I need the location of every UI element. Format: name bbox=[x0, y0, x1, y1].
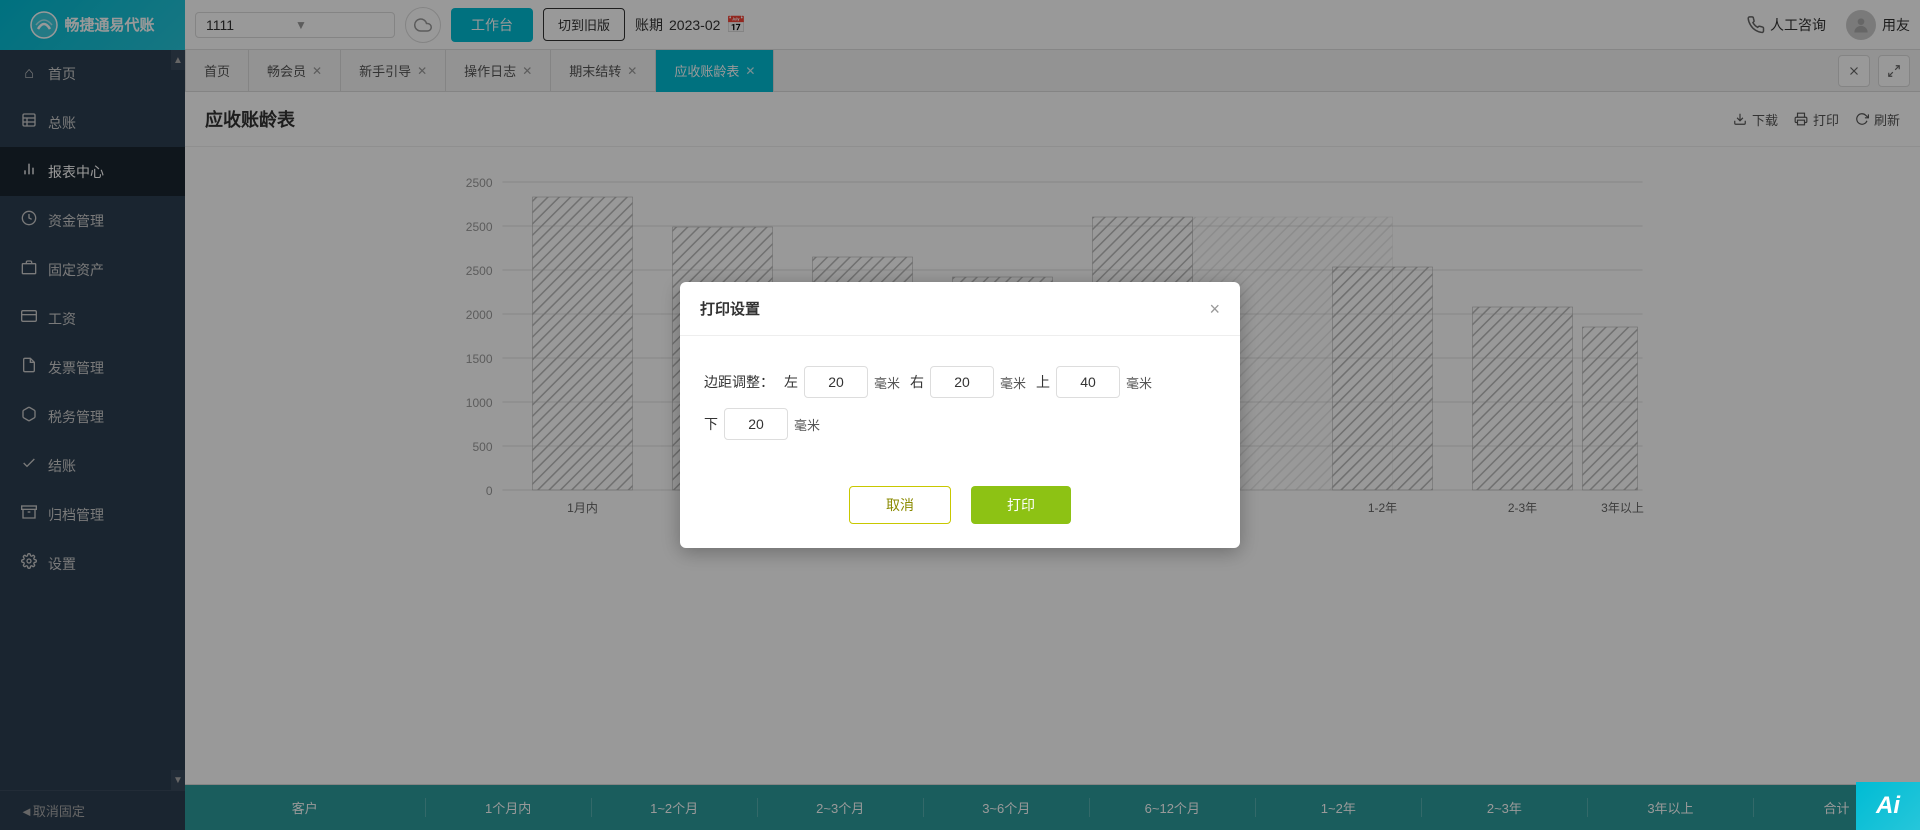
right-label: 右 bbox=[910, 372, 924, 392]
modal-header: 打印设置 × bbox=[680, 282, 1240, 336]
bottom-margin-input[interactable] bbox=[724, 408, 788, 440]
modal-overlay[interactable]: 打印设置 × 边距调整： 左 毫米 右 毫米 上 毫米 bbox=[0, 0, 1920, 830]
margin-row: 边距调整： 左 毫米 右 毫米 上 毫米 下 bbox=[704, 366, 1216, 440]
modal-close-icon[interactable]: × bbox=[1209, 300, 1220, 318]
modal-body: 边距调整： 左 毫米 右 毫米 上 毫米 下 bbox=[680, 336, 1240, 470]
cancel-button[interactable]: 取消 bbox=[849, 486, 951, 524]
top-unit: 毫米 bbox=[1126, 373, 1152, 392]
margin-right-group: 右 毫米 bbox=[910, 366, 1026, 398]
top-label: 上 bbox=[1036, 372, 1050, 392]
print-settings-modal: 打印设置 × 边距调整： 左 毫米 右 毫米 上 毫米 bbox=[680, 282, 1240, 548]
margin-adjust-label: 边距调整： bbox=[704, 372, 774, 392]
margin-bottom-group: 下 毫米 bbox=[704, 408, 820, 440]
ai-badge[interactable]: Ai bbox=[1856, 782, 1920, 830]
ai-badge-label: Ai bbox=[1876, 792, 1900, 819]
top-margin-input[interactable] bbox=[1056, 366, 1120, 398]
left-margin-input[interactable] bbox=[804, 366, 868, 398]
bottom-label: 下 bbox=[704, 414, 718, 434]
margin-left-group: 左 毫米 bbox=[784, 366, 900, 398]
margin-top-group: 上 毫米 bbox=[1036, 366, 1152, 398]
left-label: 左 bbox=[784, 372, 798, 392]
right-unit: 毫米 bbox=[1000, 373, 1026, 392]
right-margin-input[interactable] bbox=[930, 366, 994, 398]
bottom-unit: 毫米 bbox=[794, 415, 820, 434]
modal-footer: 取消 打印 bbox=[680, 470, 1240, 548]
left-unit: 毫米 bbox=[874, 373, 900, 392]
modal-title: 打印设置 bbox=[700, 298, 760, 319]
confirm-print-button[interactable]: 打印 bbox=[971, 486, 1071, 524]
